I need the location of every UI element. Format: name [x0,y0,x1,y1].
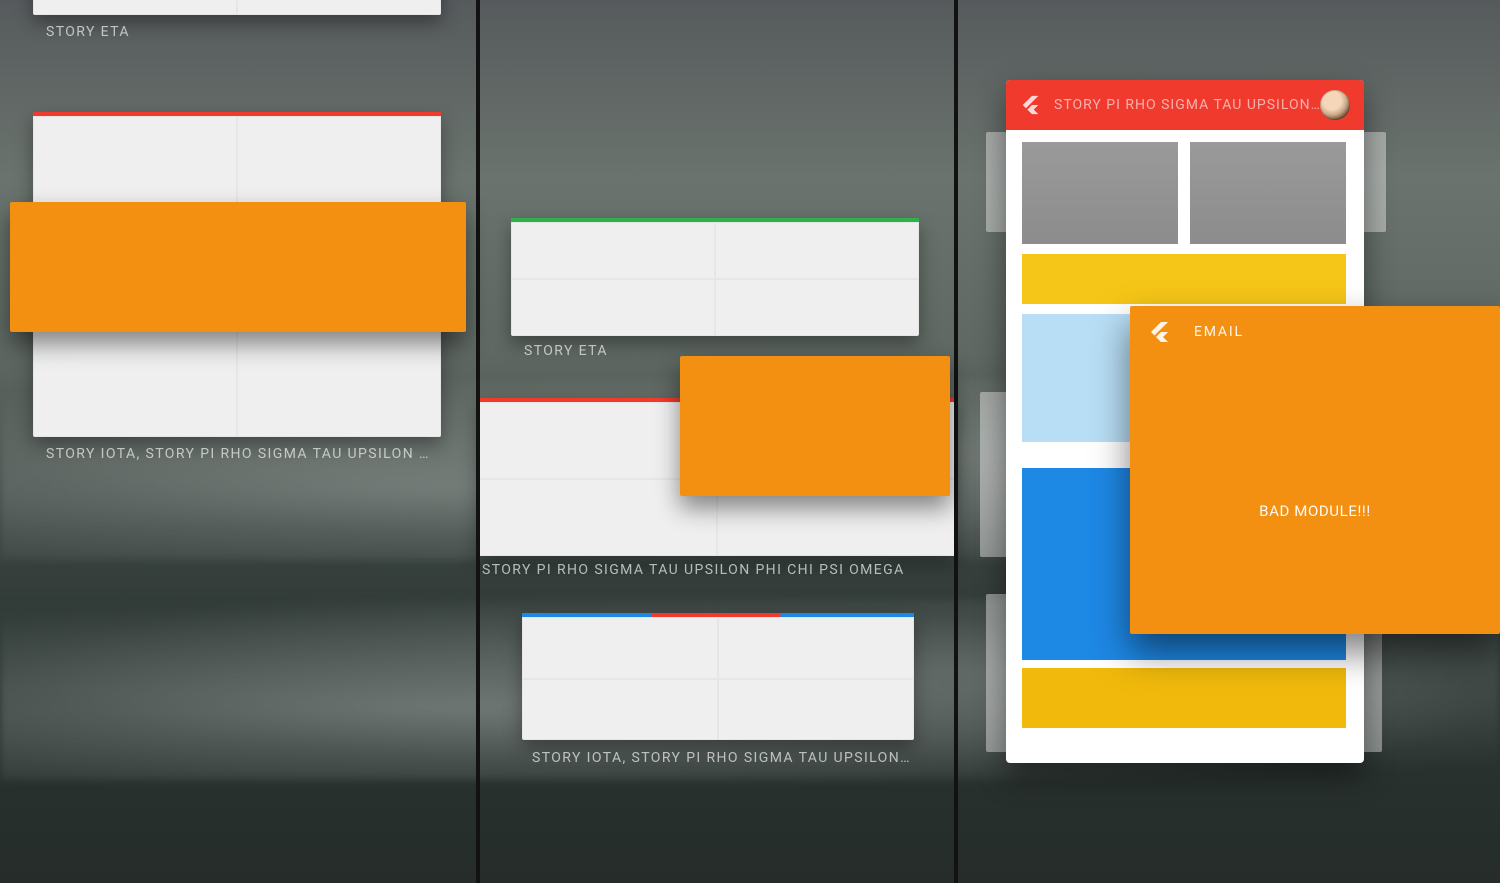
orange-overlay-card[interactable] [680,356,950,496]
pane-divider [476,0,480,883]
email-popover-header: EMAIL [1130,306,1500,358]
tile-grey-right[interactable] [1190,142,1346,244]
story-long-label: STORY PI RHO SIGMA TAU UPSILON PHI CHI P… [482,562,905,578]
pane-middle: STORY ETA EMAIL STORY PI RHO SIGMA TAU U… [478,0,956,883]
triptych-root: STORY ETA EMAIL STORY IOTA, STORY PI RHO… [0,0,1500,883]
pane-divider [954,0,958,883]
card-story-iota[interactable] [522,613,914,740]
tile-yellow[interactable] [1022,254,1346,304]
story-iota-label-mid: STORY IOTA, STORY PI RHO SIGMA TAU UPSIL… [532,750,912,766]
pane-left: STORY ETA EMAIL STORY IOTA, STORY PI RHO… [0,0,478,883]
email-popover-title: EMAIL [1194,324,1500,340]
avatar[interactable] [1320,90,1350,120]
email-label: EMAIL [33,349,81,365]
story-detail-header: STORY PI RHO SIGMA TAU UPSILON… [1006,80,1364,130]
story-eta-label-mid: STORY ETA [524,343,608,359]
story-eta-label: STORY ETA [46,24,130,40]
story-detail-title: STORY PI RHO SIGMA TAU UPSILON… [1054,97,1320,113]
tile-grey-left[interactable] [1022,142,1178,244]
tile-yellow-bottom[interactable] [1022,668,1346,728]
story-iota-label: STORY IOTA, STORY PI RHO SIGMA TAU UPSIL… [46,446,438,462]
card-top-sliver[interactable] [33,0,441,15]
email-popover-message: BAD MODULE!!! [1130,502,1500,520]
flutter-icon [1020,94,1042,116]
card-story-eta[interactable] [511,218,919,336]
orange-overlay-card[interactable] [10,202,466,332]
email-label-mid: EMAIL [687,505,735,521]
flutter-icon [1148,320,1172,344]
email-popover[interactable]: EMAIL BAD MODULE!!! [1130,306,1500,634]
pane-right: STORY PI RHO SIGMA TAU UPSILON… [956,0,1500,883]
